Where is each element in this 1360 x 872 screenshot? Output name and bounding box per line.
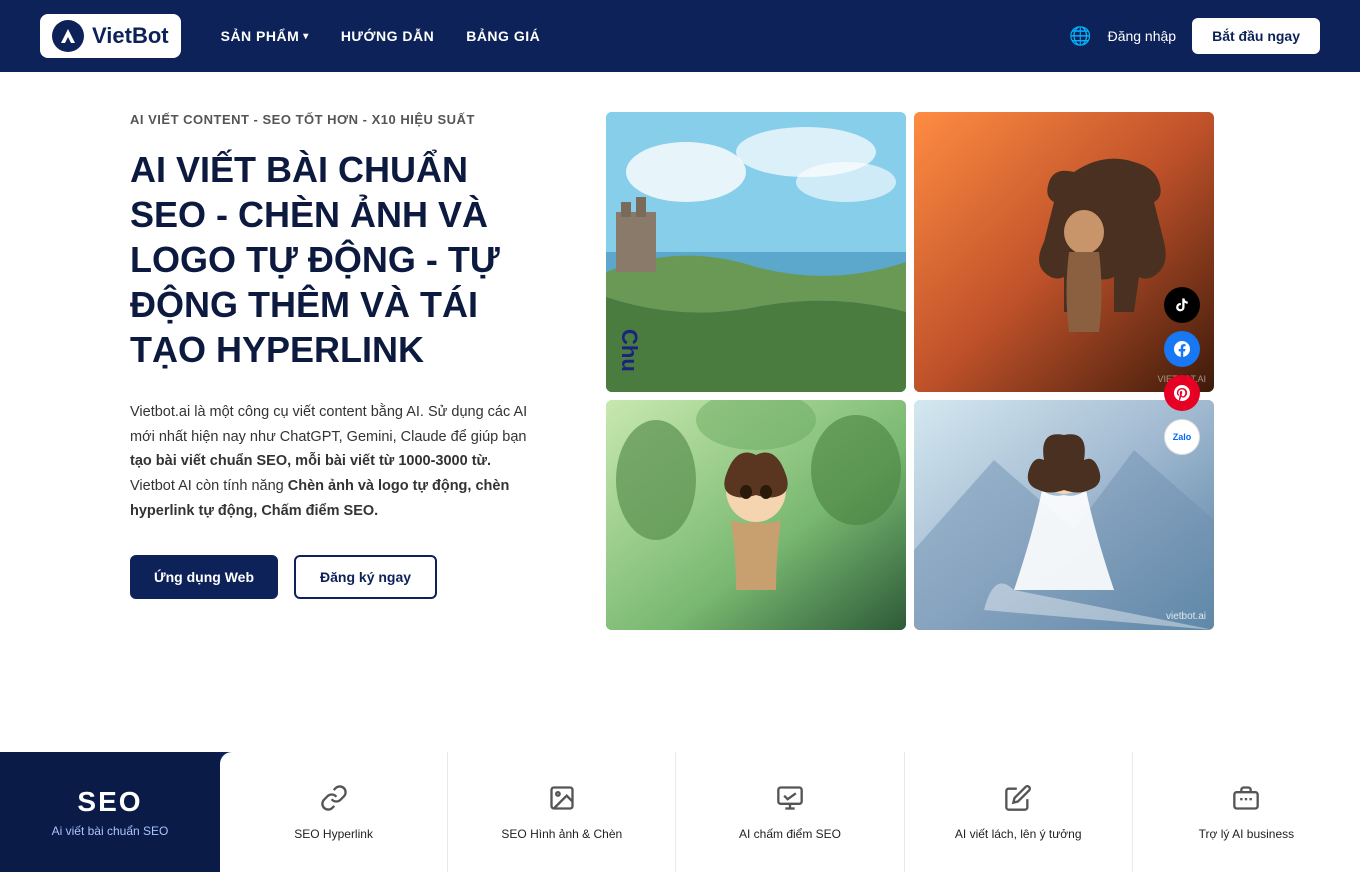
- tiktok-icon[interactable]: [1164, 287, 1200, 323]
- pinterest-icon[interactable]: [1164, 375, 1200, 411]
- nav-item-pricing[interactable]: BẢNG GIÁ: [466, 28, 540, 44]
- seo-tab[interactable]: SEO Ai viết bài chuẩn SEO: [0, 752, 220, 872]
- hero-description: Vietbot.ai là một công cụ viết content b…: [130, 400, 530, 523]
- feature-business-label: Trợ lý AI business: [1199, 827, 1294, 841]
- language-selector[interactable]: 🌐: [1069, 26, 1091, 47]
- bottom-section: SEO Ai viết bài chuẩn SEO SEO Hyperlink …: [0, 752, 1360, 872]
- feature-image-seo[interactable]: SEO Hình ảnh & Chèn: [448, 752, 676, 872]
- logo-icon: [52, 20, 84, 52]
- writing-icon: [1004, 784, 1032, 819]
- hero-right: Viết bài A: [590, 112, 1230, 630]
- watermark-2: vietbot.ai: [1166, 611, 1206, 622]
- hero-tag: AI VIẾT CONTENT - SEO TỐT HƠN - X10 HIỆU…: [130, 112, 530, 127]
- navbar-right: 🌐 Đăng nhập Bắt đầu ngay: [1069, 18, 1320, 54]
- grid-chu: Chu: [616, 329, 642, 372]
- hero-desc-bold1: tạo bài viết chuẩn SEO, mỗi bài viết từ …: [130, 453, 491, 469]
- navbar: VietBot SẢN PHẨM ▾ HƯỚNG DẪN BẢNG GIÁ 🌐 …: [0, 0, 1360, 72]
- feature-hyperlink-label: SEO Hyperlink: [294, 827, 373, 841]
- feature-score-seo[interactable]: AI chấm điểm SEO: [676, 752, 904, 872]
- feature-score-label: AI chấm điểm SEO: [739, 827, 841, 841]
- nav-menu: SẢN PHẨM ▾ HƯỚNG DẪN BẢNG GIÁ: [221, 28, 541, 44]
- feature-hyperlink[interactable]: SEO Hyperlink: [220, 752, 448, 872]
- hero-buttons: Ứng dụng Web Đăng ký ngay: [130, 555, 530, 599]
- globe-icon: 🌐: [1069, 26, 1091, 47]
- hero-section: AI VIẾT CONTENT - SEO TỐT HƠN - X10 HIỆU…: [0, 72, 1360, 752]
- nav-item-products[interactable]: SẢN PHẨM ▾: [221, 28, 309, 44]
- feature-image-label: SEO Hình ảnh & Chèn: [501, 827, 622, 841]
- feature-writing-label: AI viết lách, lên ý tưởng: [955, 827, 1082, 841]
- facebook-icon[interactable]: [1164, 331, 1200, 367]
- register-button[interactable]: Đăng ký ngay: [294, 555, 437, 599]
- feature-business-ai[interactable]: Trợ lý AI business: [1133, 752, 1360, 872]
- bottom-features: SEO Hyperlink SEO Hình ảnh & Chèn AI chấ…: [220, 752, 1360, 872]
- hero-desc-text1: Vietbot.ai là một công cụ viết content b…: [130, 404, 527, 445]
- hero-image-landscape: Viết bài A: [606, 112, 906, 392]
- hero-desc-text2: Vietbot AI còn tính năng: [130, 478, 288, 494]
- hero-title: AI VIẾT BÀI CHUẨN SEO - CHÈN ẢNH VÀ LOGO…: [130, 147, 530, 372]
- web-app-button[interactable]: Ứng dụng Web: [130, 555, 278, 599]
- feature-writing[interactable]: AI viết lách, lên ý tưởng: [905, 752, 1133, 872]
- seo-subtitle: Ai viết bài chuẩn SEO: [52, 824, 169, 838]
- nav-item-guide[interactable]: HƯỚNG DẪN: [341, 28, 434, 44]
- hero-left: AI VIẾT CONTENT - SEO TỐT HƠN - X10 HIỆU…: [130, 112, 530, 599]
- hero-image-portrait2: [606, 400, 906, 630]
- navbar-left: VietBot SẢN PHẨM ▾ HƯỚNG DẪN BẢNG GIÁ: [40, 14, 540, 58]
- login-button[interactable]: Đăng nhập: [1108, 28, 1177, 44]
- zalo-icon[interactable]: Zalo: [1164, 419, 1200, 455]
- hyperlink-icon: [320, 784, 348, 819]
- image-grid: Viết bài A: [606, 112, 1214, 630]
- score-seo-icon: [776, 784, 804, 819]
- seo-badge: SEO: [77, 786, 142, 818]
- business-ai-icon: [1232, 784, 1260, 819]
- image-seo-icon: [548, 784, 576, 819]
- start-button[interactable]: Bắt đầu ngay: [1192, 18, 1320, 54]
- logo[interactable]: VietBot: [40, 14, 181, 58]
- logo-text: VietBot: [92, 23, 169, 49]
- social-sidebar: Zalo: [1164, 287, 1200, 455]
- chevron-down-icon: ▾: [303, 31, 309, 42]
